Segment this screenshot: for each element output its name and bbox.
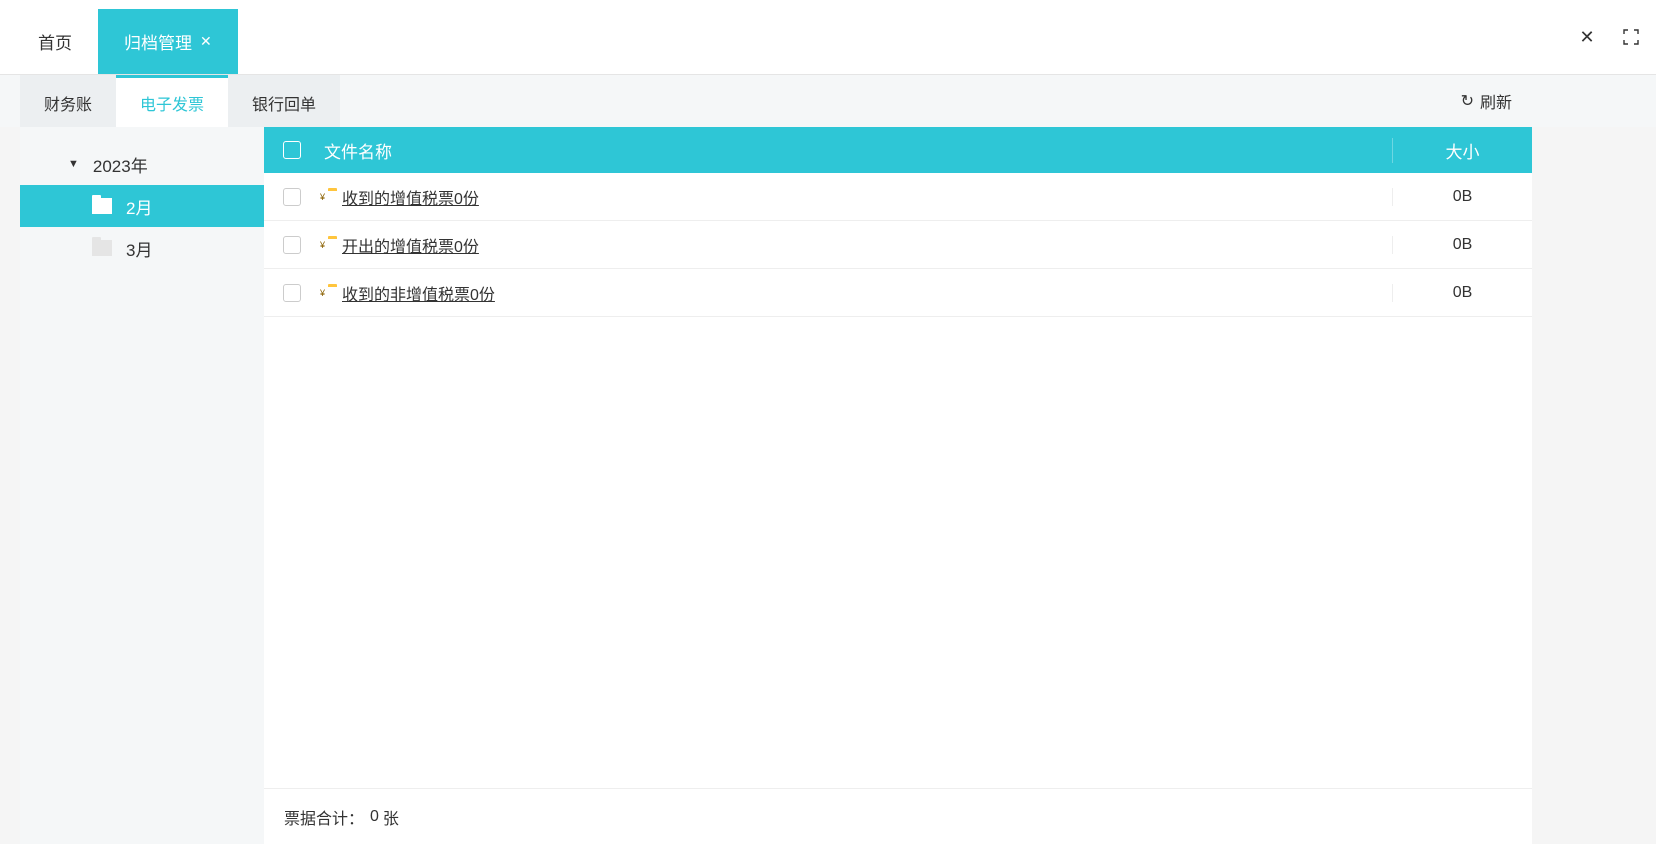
footer-label: 票据合计：: [284, 805, 364, 829]
tree-month-label: 2月: [126, 194, 152, 219]
file-link[interactable]: 收到的增值税票0份: [342, 191, 479, 208]
subtab-bank-label: 银行回单: [252, 91, 316, 115]
refresh-button[interactable]: ↻ 刷新: [1461, 89, 1512, 113]
row-size: 0B: [1392, 188, 1532, 206]
select-all-checkbox[interactable]: [283, 141, 301, 159]
subtab-finance-label: 财务账: [44, 91, 92, 115]
tab-archive[interactable]: 归档管理 ✕: [98, 9, 238, 74]
tab-home-label: 首页: [38, 29, 72, 54]
folder-icon: [92, 240, 112, 256]
main-panel: 文件名称 大小 收到的增值税票0份 0B 开出的增值税票0份: [264, 127, 1532, 844]
table-body: 收到的增值税票0份 0B 开出的增值税票0份 0B 收到: [264, 173, 1532, 788]
tree-month-mar[interactable]: 3月: [20, 227, 264, 269]
col-header-size: 大小: [1392, 138, 1532, 163]
sidebar: ▼ 2023年 2月 3月: [20, 127, 264, 844]
table-row: 开出的增值税票0份 0B: [264, 221, 1532, 269]
tab-bar-controls: ✕: [1568, 0, 1656, 74]
row-checkbox[interactable]: [283, 236, 301, 254]
table-header: 文件名称 大小: [264, 127, 1532, 173]
subtabs-row: 财务账 电子发票 银行回单 ↻ 刷新: [0, 75, 1656, 127]
tab-home[interactable]: 首页: [12, 9, 98, 74]
tree-year-label: 2023年: [93, 152, 148, 177]
refresh-icon: ↻: [1461, 91, 1474, 111]
footer: 票据合计： 0 张: [264, 788, 1532, 844]
fullscreen-button[interactable]: [1612, 18, 1650, 56]
subtab-einvoice-label: 电子发票: [140, 91, 204, 115]
subtab-bank[interactable]: 银行回单: [228, 75, 340, 127]
tree-year-node[interactable]: ▼ 2023年: [20, 143, 264, 185]
chevron-down-icon: ▼: [68, 158, 79, 170]
row-checkbox[interactable]: [283, 188, 301, 206]
row-size: 0B: [1392, 236, 1532, 254]
file-link[interactable]: 收到的非增值税票0份: [342, 287, 495, 304]
close-icon[interactable]: ✕: [200, 33, 212, 50]
footer-unit: 张: [383, 805, 399, 829]
table-row: 收到的非增值税票0份 0B: [264, 269, 1532, 317]
row-size: 0B: [1392, 284, 1532, 302]
tree-month-label: 3月: [126, 236, 152, 261]
subtab-finance[interactable]: 财务账: [20, 75, 116, 127]
close-button[interactable]: ✕: [1568, 18, 1606, 56]
col-header-filename: 文件名称: [320, 138, 1392, 163]
fullscreen-icon: [1623, 29, 1639, 45]
folder-icon: [92, 198, 112, 214]
top-tab-bar: 首页 归档管理 ✕ ✕: [0, 0, 1656, 75]
tree: ▼ 2023年 2月 3月: [20, 135, 264, 269]
tab-archive-label: 归档管理: [124, 29, 192, 54]
footer-count: 0: [370, 808, 379, 826]
file-link[interactable]: 开出的增值税票0份: [342, 239, 479, 256]
refresh-label: 刷新: [1480, 89, 1512, 113]
tree-month-feb[interactable]: 2月: [20, 185, 264, 227]
table-row: 收到的增值税票0份 0B: [264, 173, 1532, 221]
row-checkbox[interactable]: [283, 284, 301, 302]
subtab-einvoice[interactable]: 电子发票: [116, 75, 228, 127]
